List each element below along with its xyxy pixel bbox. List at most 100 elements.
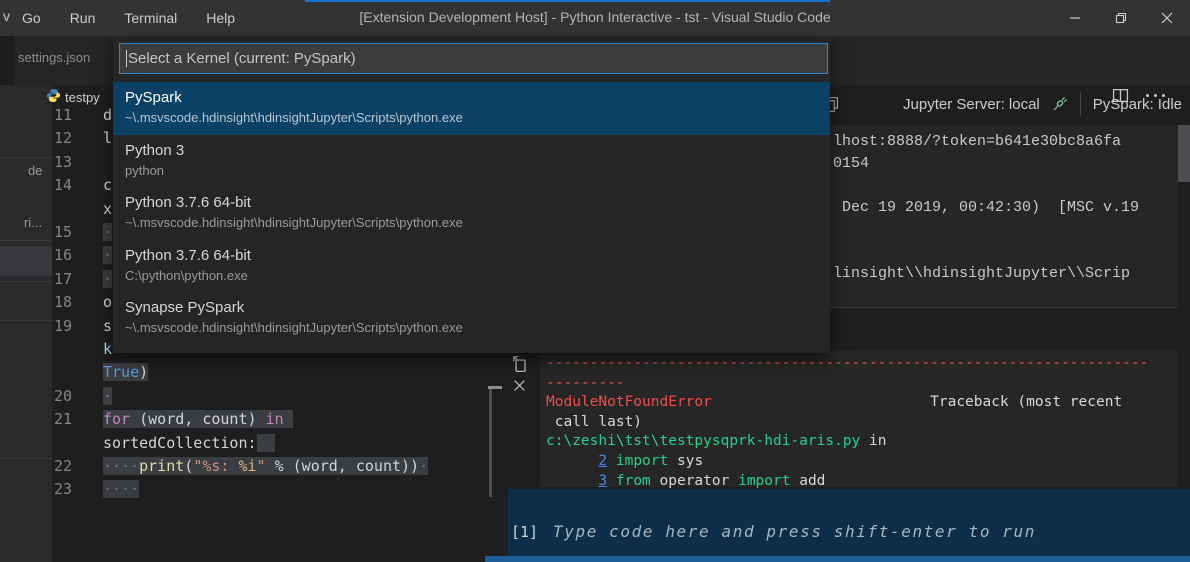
code-line[interactable]: s bbox=[103, 315, 112, 338]
traceback-token bbox=[607, 453, 616, 469]
code-line[interactable]: for (word, count) in bbox=[103, 408, 293, 431]
kernel-option[interactable]: Python 3.7.6 64-bitC:\python\python.exe bbox=[113, 240, 830, 293]
menu-run[interactable]: Run bbox=[70, 10, 96, 26]
code-line[interactable]: c bbox=[103, 174, 112, 197]
code-line[interactable]: sortedCollection: bbox=[103, 432, 275, 455]
code-token: "%s: bbox=[193, 457, 238, 475]
menu-help[interactable]: Help bbox=[206, 10, 235, 26]
remove-cell-icon[interactable] bbox=[513, 379, 526, 392]
kernel-list: PySpark ~\.msvscode.hdinsight\hdinsightJu… bbox=[113, 82, 830, 345]
code-line[interactable]: k bbox=[103, 338, 112, 361]
traceback-line: call last) bbox=[546, 413, 1148, 433]
kernel-option-label: Synapse PySpark bbox=[125, 299, 830, 316]
traceback-link[interactable]: 3 bbox=[598, 473, 607, 489]
output-line: 0154 bbox=[833, 153, 1178, 175]
code-token: · bbox=[419, 457, 428, 475]
kernel-picker-input[interactable]: Select a Kernel (current: PySpark) bbox=[119, 43, 828, 74]
traceback-token: in bbox=[860, 433, 886, 449]
code-token: s bbox=[103, 317, 112, 335]
code-token: ( bbox=[184, 457, 193, 475]
code-line[interactable]: · bbox=[103, 385, 112, 408]
kernel-option[interactable]: PySpark~\.msvscode.hdinsight\hdinsightJu… bbox=[113, 82, 830, 135]
menubar: Go Run Terminal Help bbox=[22, 0, 235, 36]
traceback-token: import bbox=[616, 453, 668, 469]
traceback-token: ModuleNotFoundError bbox=[546, 394, 712, 410]
traceback-token: ----------------------------------------… bbox=[546, 355, 1148, 371]
line-number: 19 bbox=[28, 315, 72, 338]
input-placeholder[interactable]: Type code here and press shift-enter to … bbox=[553, 522, 1036, 541]
output-line: linsight\\hdinsightJupyter\\Scrip bbox=[833, 263, 1178, 285]
code-line[interactable]: o bbox=[103, 291, 112, 314]
code-token: %i bbox=[238, 457, 256, 475]
code-line[interactable]: · bbox=[103, 244, 112, 267]
traceback-line: c:\zeshi\tst\testpysqprk-hdi-aris.py in bbox=[546, 432, 1148, 452]
output-line bbox=[833, 219, 1178, 241]
code-line[interactable]: ····print("%s: %i" % (word, count))· bbox=[103, 455, 428, 478]
traceback-output: ----------------------------------------… bbox=[546, 354, 1148, 491]
line-number: 11 bbox=[28, 104, 72, 127]
traceback-line: ----------------------------------------… bbox=[546, 354, 1148, 374]
copy-to-editor-icon[interactable] bbox=[511, 355, 529, 373]
code-token: · bbox=[103, 246, 112, 264]
menu-terminal[interactable]: Terminal bbox=[124, 10, 177, 26]
kernel-option-label: Python 3.7.6 64-bit bbox=[125, 247, 830, 264]
panel-scrollbar[interactable] bbox=[1178, 125, 1190, 182]
traceback-token: from bbox=[616, 473, 651, 489]
code-line[interactable]: · bbox=[103, 268, 112, 291]
tab-testpy[interactable]: testpy bbox=[65, 90, 100, 105]
kernel-option[interactable]: Synapse PySpark~\.msvscode.hdinsight\hdi… bbox=[113, 292, 830, 345]
kernel-status[interactable]: PySpark: Idle bbox=[1093, 96, 1182, 113]
menu-go[interactable]: Go bbox=[22, 10, 41, 26]
traceback-token: import bbox=[738, 473, 790, 489]
text-cursor bbox=[126, 50, 127, 67]
traceback-token: call last) bbox=[546, 414, 642, 430]
code-token: ···· bbox=[103, 480, 139, 498]
kernel-option-label: Python 3.7.6 64-bit bbox=[125, 194, 830, 211]
editor-scrollbar-dash bbox=[488, 386, 502, 389]
editor-scrollbar[interactable] bbox=[489, 387, 492, 497]
code-token: for bbox=[103, 410, 130, 428]
kernel-option-detail: ~\.msvscode.hdinsight\hdinsightJupyter\S… bbox=[125, 215, 830, 230]
close-button[interactable] bbox=[1144, 0, 1190, 36]
kernel-picker-input-value: Select a Kernel (current: PySpark) bbox=[128, 50, 356, 67]
code-line[interactable]: x bbox=[103, 198, 112, 221]
plug-icon bbox=[1052, 96, 1068, 112]
code-token: print bbox=[139, 457, 184, 475]
traceback-token: add bbox=[790, 473, 825, 489]
code-line[interactable]: d bbox=[103, 104, 112, 127]
line-number: 22 bbox=[28, 455, 72, 478]
traceback-line: 2 import sys bbox=[546, 452, 1148, 472]
line-number: 16 bbox=[28, 244, 72, 267]
tab-settings-json[interactable]: settings.json bbox=[18, 50, 90, 65]
kernel-option[interactable]: Python 3.7.6 64-bit ~\.msvscode.hdinsight… bbox=[113, 187, 830, 240]
output-line bbox=[833, 175, 1178, 197]
kernel-option-label: PySpark bbox=[125, 89, 830, 106]
code-token: l bbox=[103, 129, 112, 147]
line-number: 18 bbox=[28, 291, 72, 314]
minimize-button[interactable] bbox=[1052, 0, 1098, 36]
code-token: (word, count) bbox=[130, 410, 265, 428]
traceback-line: ModuleNotFoundError Traceback (most rece… bbox=[546, 393, 1148, 413]
kernel-option[interactable]: Python 3python bbox=[113, 135, 830, 188]
code-token bbox=[257, 434, 275, 452]
traceback-token: Traceback (most recent bbox=[930, 394, 1122, 410]
traceback-line: --------- bbox=[546, 374, 1148, 394]
input-prompt: [1] bbox=[511, 523, 538, 541]
code-token: % (word, count)) bbox=[266, 457, 420, 475]
interactive-toolbar: Jupyter Server: local PySpark: Idle bbox=[903, 85, 1182, 123]
traceback-token: operator bbox=[651, 473, 738, 489]
jupyter-server-status[interactable]: Jupyter Server: local bbox=[903, 96, 1040, 113]
code-line[interactable]: ···· bbox=[103, 478, 139, 501]
code-token: " bbox=[257, 457, 266, 475]
code-token: · bbox=[103, 387, 112, 405]
code-line[interactable]: · bbox=[103, 221, 112, 244]
menu-partial[interactable]: v bbox=[3, 8, 10, 24]
code-line[interactable]: l bbox=[103, 127, 112, 150]
code-line[interactable]: True) bbox=[103, 361, 148, 384]
traceback-link[interactable]: 2 bbox=[598, 453, 607, 469]
line-number: 23 bbox=[28, 478, 72, 501]
window-controls bbox=[1052, 0, 1190, 36]
line-number: 12 bbox=[28, 127, 72, 150]
restore-button[interactable] bbox=[1098, 0, 1144, 36]
close-icon bbox=[1161, 12, 1173, 24]
